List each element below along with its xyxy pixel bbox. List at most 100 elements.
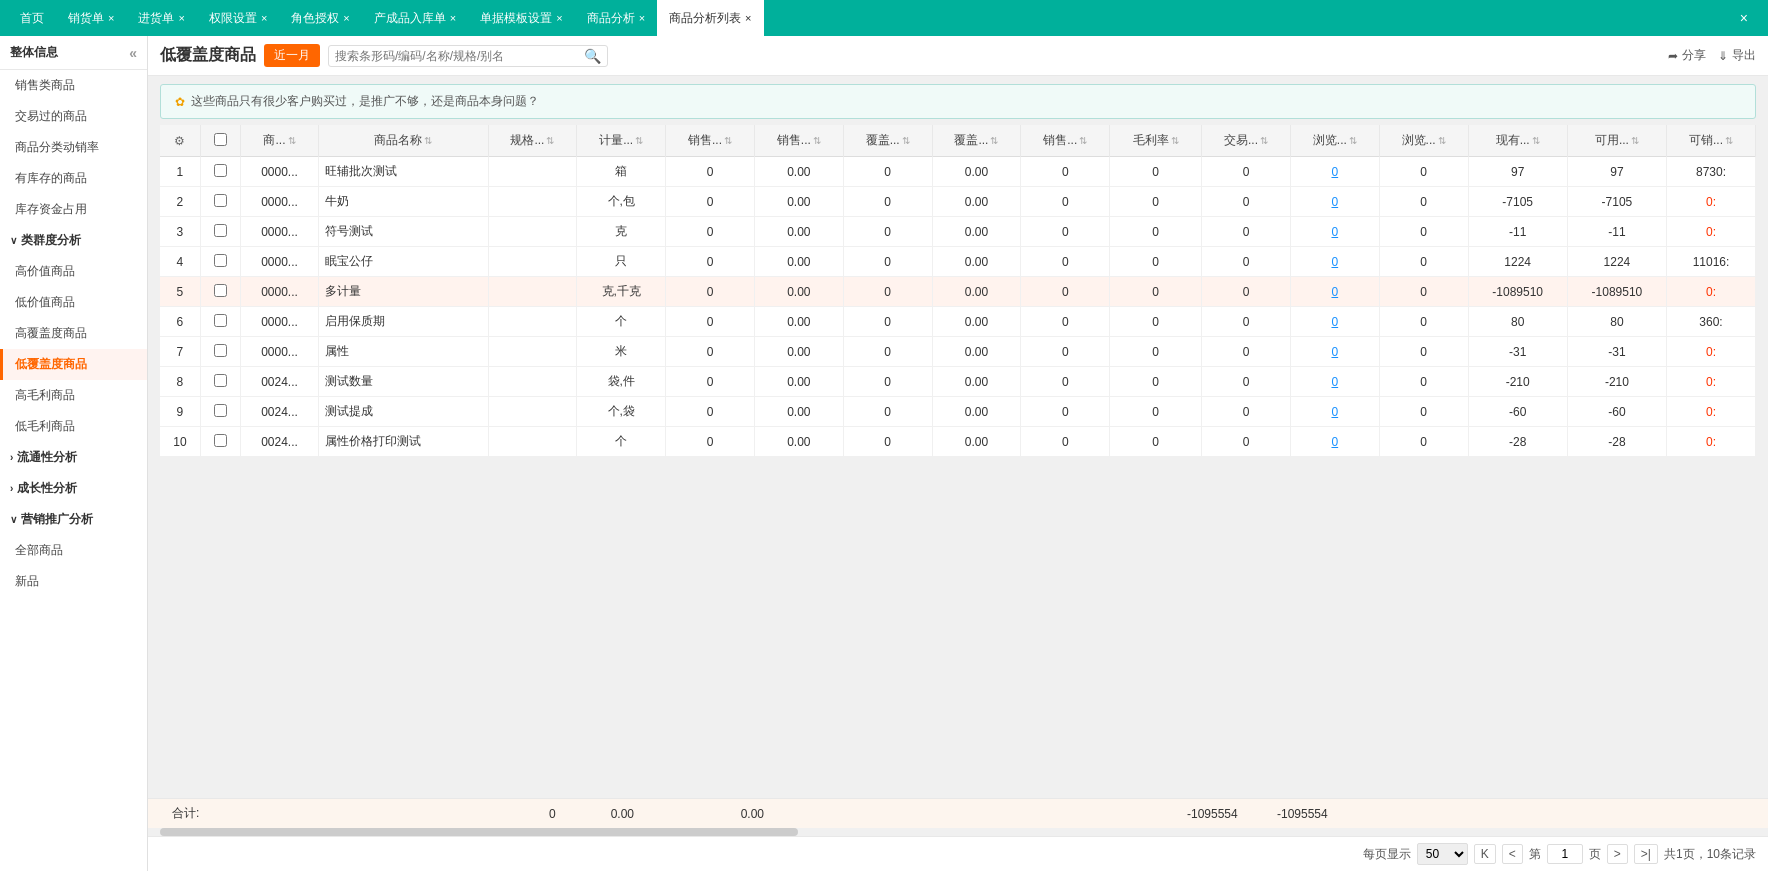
row-check[interactable] — [200, 187, 241, 217]
sidebar-item-all-goods[interactable]: 全部商品 — [0, 535, 147, 566]
col-view2[interactable]: 浏览...⇅ — [1379, 125, 1468, 157]
sidebar-group-flow[interactable]: › 流通性分析 — [0, 442, 147, 473]
nav-item-analysis[interactable]: 商品分析 × — [575, 0, 657, 36]
nav-item-sales[interactable]: 销货单 × — [56, 0, 126, 36]
nav-close-templates[interactable]: × — [556, 12, 562, 24]
row-checkbox[interactable] — [214, 224, 227, 237]
nav-item-analysis-list[interactable]: 商品分析列表 × — [657, 0, 763, 36]
row-check[interactable] — [200, 217, 241, 247]
horizontal-scrollbar[interactable] — [160, 828, 1756, 836]
nav-close-sales[interactable]: × — [108, 12, 114, 24]
row-checkbox[interactable] — [214, 164, 227, 177]
col-unit[interactable]: 计量...⇅ — [577, 125, 666, 157]
nav-item-warehouse[interactable]: 产成品入库单 × — [362, 0, 468, 36]
row-view1[interactable]: 0 — [1290, 187, 1379, 217]
col-trade[interactable]: 交易...⇅ — [1202, 125, 1291, 157]
col-stock1[interactable]: 现有...⇅ — [1468, 125, 1567, 157]
share-button[interactable]: ➦ 分享 — [1668, 47, 1706, 64]
prev-page-btn[interactable]: < — [1502, 844, 1523, 864]
col-spec[interactable]: 规格...⇅ — [488, 125, 577, 157]
row-checkbox[interactable] — [214, 254, 227, 267]
col-name[interactable]: 商品名称⇅ — [318, 125, 488, 157]
select-all-checkbox[interactable] — [214, 133, 227, 146]
sidebar-item-low-margin[interactable]: 低毛利商品 — [0, 411, 147, 442]
sidebar-item-low-coverage[interactable]: 低覆盖度商品 — [0, 349, 147, 380]
info-star-icon: ✿ — [175, 95, 185, 109]
row-view1[interactable]: 0 — [1290, 397, 1379, 427]
export-button[interactable]: ⇓ 导出 — [1718, 47, 1756, 64]
row-check[interactable] — [200, 307, 241, 337]
col-stock3[interactable]: 可销...⇅ — [1667, 125, 1756, 157]
sidebar-item-high-coverage[interactable]: 高覆盖度商品 — [0, 318, 147, 349]
first-page-btn[interactable]: K — [1474, 844, 1496, 864]
sidebar-item-traded-goods[interactable]: 交易过的商品 — [0, 101, 147, 132]
col-stock2[interactable]: 可用...⇅ — [1567, 125, 1666, 157]
col-check[interactable] — [200, 125, 241, 157]
search-input[interactable] — [335, 49, 580, 63]
nav-close-analysis[interactable]: × — [639, 12, 645, 24]
row-checkbox[interactable] — [214, 284, 227, 297]
sidebar-item-stock-capital[interactable]: 库存资金占用 — [0, 194, 147, 225]
sidebar-group-marketing[interactable]: ∨ 营销推广分析 — [0, 504, 147, 535]
sidebar-item-new-goods[interactable]: 新品 — [0, 566, 147, 597]
col-sales3[interactable]: 销售...⇅ — [1021, 125, 1110, 157]
col-margin[interactable]: 毛利率⇅ — [1110, 125, 1202, 157]
nav-close-roles[interactable]: × — [343, 12, 349, 24]
row-checkbox[interactable] — [214, 314, 227, 327]
col-code[interactable]: 商...⇅ — [241, 125, 318, 157]
sidebar-item-low-value[interactable]: 低价值商品 — [0, 287, 147, 318]
col-sales1[interactable]: 销售...⇅ — [666, 125, 755, 157]
nav-item-purchase[interactable]: 进货单 × — [126, 0, 196, 36]
col-cover2[interactable]: 覆盖...⇅ — [932, 125, 1021, 157]
row-check[interactable] — [200, 157, 241, 187]
sidebar-item-high-margin[interactable]: 高毛利商品 — [0, 380, 147, 411]
row-check[interactable] — [200, 427, 241, 457]
row-checkbox[interactable] — [214, 344, 227, 357]
current-page-input[interactable] — [1547, 844, 1583, 864]
row-view1[interactable]: 0 — [1290, 367, 1379, 397]
search-icon[interactable]: 🔍 — [584, 48, 601, 64]
row-view1[interactable]: 0 — [1290, 277, 1379, 307]
nav-close-warehouse[interactable]: × — [450, 12, 456, 24]
sidebar-item-high-value[interactable]: 高价值商品 — [0, 256, 147, 287]
nav-close-purchase[interactable]: × — [178, 12, 184, 24]
sidebar-collapse-btn[interactable]: « — [129, 45, 137, 61]
row-view1[interactable]: 0 — [1290, 307, 1379, 337]
col-sales2[interactable]: 销售...⇅ — [754, 125, 843, 157]
row-check[interactable] — [200, 247, 241, 277]
row-view1[interactable]: 0 — [1290, 427, 1379, 457]
sidebar-group-cluster[interactable]: ∨ 类群度分析 — [0, 225, 147, 256]
next-page-btn[interactable]: > — [1607, 844, 1628, 864]
nav-close-analysis-list[interactable]: × — [745, 12, 751, 24]
row-check[interactable] — [200, 397, 241, 427]
row-view1[interactable]: 0 — [1290, 217, 1379, 247]
table-container[interactable]: ⚙ 商...⇅ 商品名称⇅ 规格...⇅ 计量...⇅ 销售...⇅ 销售...… — [160, 125, 1756, 798]
col-view1[interactable]: 浏览...⇅ — [1290, 125, 1379, 157]
row-checkbox[interactable] — [214, 194, 227, 207]
nav-close-permissions[interactable]: × — [261, 12, 267, 24]
row-checkbox[interactable] — [214, 404, 227, 417]
row-check[interactable] — [200, 277, 241, 307]
nav-item-permissions[interactable]: 权限设置 × — [197, 0, 279, 36]
per-page-select[interactable]: 50 20 100 — [1417, 843, 1468, 865]
row-view1[interactable]: 0 — [1290, 247, 1379, 277]
last-page-btn[interactable]: >| — [1634, 844, 1658, 864]
row-stock3: 8730: — [1667, 157, 1756, 187]
sidebar-item-category-rate[interactable]: 商品分类动销率 — [0, 132, 147, 163]
sidebar-item-sales-goods[interactable]: 销售类商品 — [0, 70, 147, 101]
window-close-btn[interactable]: × — [1728, 10, 1760, 26]
sidebar-group-growth[interactable]: › 成长性分析 — [0, 473, 147, 504]
col-gear[interactable]: ⚙ — [160, 125, 200, 157]
row-check[interactable] — [200, 337, 241, 367]
row-view1[interactable]: 0 — [1290, 157, 1379, 187]
sidebar-item-in-stock[interactable]: 有库存的商品 — [0, 163, 147, 194]
row-view1[interactable]: 0 — [1290, 337, 1379, 367]
row-checkbox[interactable] — [214, 434, 227, 447]
nav-item-home[interactable]: 首页 — [8, 0, 56, 36]
nav-item-roles[interactable]: 角色授权 × — [279, 0, 361, 36]
date-filter-button[interactable]: 近一月 — [264, 44, 320, 67]
col-cover1[interactable]: 覆盖...⇅ — [843, 125, 932, 157]
row-checkbox[interactable] — [214, 374, 227, 387]
nav-item-templates[interactable]: 单据模板设置 × — [468, 0, 574, 36]
row-check[interactable] — [200, 367, 241, 397]
